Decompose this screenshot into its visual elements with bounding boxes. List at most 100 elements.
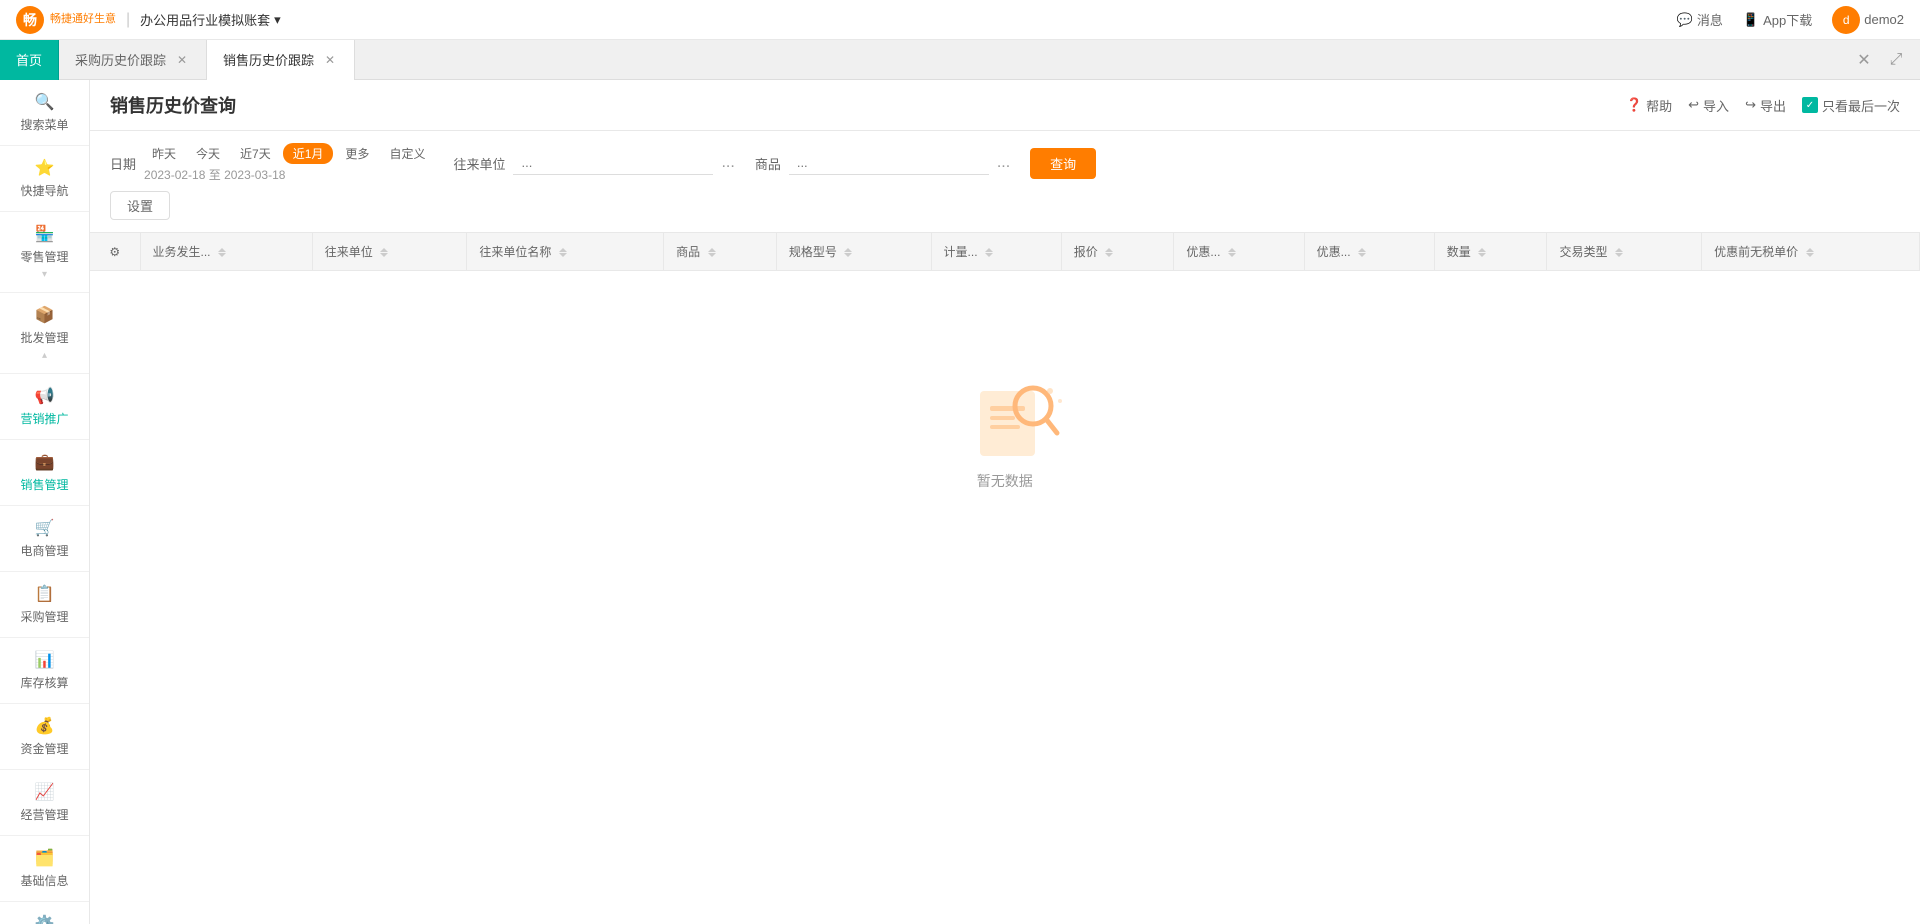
- wholesale-icon: 📦: [35, 305, 55, 325]
- partner-filter-input[interactable]: [513, 151, 713, 175]
- only-last-label: 只看最后一次: [1822, 96, 1900, 115]
- sidebar-item-ecommerce[interactable]: 🛒 电商管理: [0, 506, 89, 572]
- date-option-1month[interactable]: 近1月: [283, 143, 334, 164]
- export-label: 导出: [1760, 96, 1786, 115]
- help-button[interactable]: ❓ 帮助: [1626, 96, 1672, 115]
- tab-bar: 首页 采购历史价跟踪 ✕ 销售历史价跟踪 ✕ ✕ ⤢: [0, 40, 1920, 80]
- table-col-quantity[interactable]: 数量: [1434, 233, 1547, 271]
- sidebar-item-basics[interactable]: 🗂️ 基础信息: [0, 836, 89, 902]
- table-col-biz-date[interactable]: 业务发生...: [140, 233, 312, 271]
- sort-quantity-icon: [1478, 248, 1486, 257]
- only-last-checkbox[interactable]: ✓: [1802, 97, 1818, 113]
- sidebar-item-business[interactable]: 📈 经营管理: [0, 770, 89, 836]
- table-col-discount1[interactable]: 优惠...: [1174, 233, 1304, 271]
- sidebar-item-finance[interactable]: 💰 资金管理: [0, 704, 89, 770]
- import-button[interactable]: ↩ 导入: [1688, 96, 1729, 115]
- table-col-discount2[interactable]: 优惠...: [1304, 233, 1434, 271]
- tab-home-label: 首页: [16, 50, 42, 69]
- table-col-pretax-price[interactable]: 优惠前无税单价: [1702, 233, 1920, 271]
- table-col-unit[interactable]: 计量...: [931, 233, 1061, 271]
- sidebar-item-basics-label: 基础信息: [20, 872, 68, 889]
- sort-partner-code-icon: [380, 248, 388, 257]
- tab-purchase-history-label: 采购历史价跟踪: [75, 50, 166, 69]
- tab-purchase-history-close[interactable]: ✕: [174, 52, 190, 68]
- workspace-dropdown-icon[interactable]: ▾: [274, 12, 281, 28]
- business-icon: 📈: [35, 782, 55, 802]
- breadcrumb-divider: |: [126, 11, 130, 29]
- top-bar-right: 💬 消息 📱 App下载 d demo2: [1677, 6, 1904, 34]
- date-filter-options: 昨天 今天 近7天 近1月 更多 自定义: [144, 143, 433, 164]
- table-col-spec[interactable]: 规格型号: [776, 233, 931, 271]
- quick-nav-icon: ⭐: [35, 158, 55, 178]
- export-button[interactable]: ↪ 导出: [1745, 96, 1786, 115]
- sidebar-item-sales[interactable]: 💼 销售管理: [0, 440, 89, 506]
- date-filter-group: 日期 昨天 今天 近7天 近1月 更多 自定义 2023-02-18 至 202…: [110, 143, 433, 183]
- sales-icon: 💼: [35, 452, 55, 472]
- sidebar-item-quick-nav[interactable]: ⭐ 快捷导航: [0, 146, 89, 212]
- settings-button[interactable]: 设置: [110, 191, 170, 220]
- app-download-label: App下载: [1763, 10, 1812, 29]
- empty-svg-illustration: [955, 371, 1065, 481]
- date-option-today[interactable]: 今天: [188, 143, 228, 164]
- col-partner-name-label: 往来单位名称: [479, 245, 551, 259]
- table-col-product[interactable]: 商品: [664, 233, 777, 271]
- basics-icon: 🗂️: [35, 848, 55, 868]
- sidebar-item-system[interactable]: ⚙️ 系统管理: [0, 902, 89, 924]
- content-area: 销售历史价查询 ❓ 帮助 ↩ 导入 ↪ 导出 ✓ 只看最后一次: [90, 80, 1920, 924]
- filter-actions: 查询: [1030, 148, 1096, 179]
- date-option-yesterday[interactable]: 昨天: [144, 143, 184, 164]
- help-label: 帮助: [1646, 96, 1672, 115]
- product-filter-dots[interactable]: ...: [997, 154, 1010, 172]
- sidebar-item-inventory[interactable]: 📊 库存核算: [0, 638, 89, 704]
- table-col-partner-name[interactable]: 往来单位名称: [467, 233, 664, 271]
- sidebar-item-search-label: 搜索菜单: [20, 116, 68, 133]
- sidebar-item-wholesale[interactable]: 📦 批发管理 ▴: [0, 293, 89, 374]
- page-header-actions: ❓ 帮助 ↩ 导入 ↪ 导出 ✓ 只看最后一次: [1626, 96, 1900, 115]
- sidebar-item-quick-nav-label: 快捷导航: [20, 182, 68, 199]
- table-col-quoted-price[interactable]: 报价: [1061, 233, 1174, 271]
- col-pretax-price-label: 优惠前无税单价: [1714, 245, 1798, 259]
- table-col-partner-code[interactable]: 往来单位: [312, 233, 467, 271]
- tab-close-all-button[interactable]: ✕: [1852, 48, 1876, 72]
- app-download-button[interactable]: 📱 App下载: [1743, 10, 1812, 29]
- only-last-checkbox-area[interactable]: ✓ 只看最后一次: [1802, 96, 1900, 115]
- retail-arrow-icon: ▾: [42, 269, 47, 280]
- col-biz-date-label: 业务发生...: [153, 245, 211, 259]
- sidebar-item-marketing[interactable]: 📢 营销推广: [0, 374, 89, 440]
- sidebar-item-marketing-label: 营销推广: [20, 410, 68, 427]
- col-product-label: 商品: [676, 245, 700, 259]
- user-info[interactable]: d demo2: [1832, 6, 1904, 34]
- table-col-trade-type[interactable]: 交易类型: [1547, 233, 1702, 271]
- system-icon: ⚙️: [35, 914, 55, 924]
- filter-row: 日期 昨天 今天 近7天 近1月 更多 自定义 2023-02-18 至 202…: [110, 143, 1900, 183]
- workspace-selector[interactable]: 办公用品行业模拟账套 ▾: [140, 10, 281, 29]
- page-header: 销售历史价查询 ❓ 帮助 ↩ 导入 ↪ 导出 ✓ 只看最后一次: [90, 80, 1920, 131]
- date-option-more[interactable]: 更多: [337, 143, 377, 164]
- date-option-custom[interactable]: 自定义: [381, 143, 433, 164]
- date-option-7days[interactable]: 近7天: [232, 143, 279, 164]
- sidebar-item-retail[interactable]: 🏪 零售管理 ▾: [0, 212, 89, 293]
- tab-expand-button[interactable]: ⤢: [1884, 48, 1908, 72]
- tab-home[interactable]: 首页: [0, 40, 59, 80]
- product-filter-field: 商品 ...: [755, 151, 1010, 175]
- top-bar: 畅 畅捷通好生意 | 办公用品行业模拟账套 ▾ 💬 消息 📱 App下载 d d…: [0, 0, 1920, 40]
- partner-filter-dots[interactable]: ...: [721, 154, 734, 172]
- tab-purchase-history[interactable]: 采购历史价跟踪 ✕: [59, 40, 207, 80]
- filter-bar: 日期 昨天 今天 近7天 近1月 更多 自定义 2023-02-18 至 202…: [90, 131, 1920, 233]
- export-icon: ↪: [1745, 97, 1756, 113]
- sidebar-item-purchase-label: 采购管理: [20, 608, 68, 625]
- sort-discount1-icon: [1228, 248, 1236, 257]
- sidebar-item-sales-label: 销售管理: [20, 476, 68, 493]
- sort-unit-icon: [985, 248, 993, 257]
- inventory-icon: 📊: [35, 650, 55, 670]
- sidebar-item-search[interactable]: 🔍 搜索菜单: [0, 80, 89, 146]
- tab-sales-history-close[interactable]: ✕: [322, 52, 338, 68]
- table-settings-gear-icon[interactable]: ⚙: [109, 245, 120, 259]
- message-button[interactable]: 💬 消息: [1677, 10, 1723, 29]
- query-button[interactable]: 查询: [1030, 148, 1096, 179]
- table-col-settings[interactable]: ⚙: [90, 233, 140, 271]
- product-filter-input[interactable]: [789, 151, 989, 175]
- sidebar-item-purchase[interactable]: 📋 采购管理: [0, 572, 89, 638]
- tab-sales-history[interactable]: 销售历史价跟踪 ✕: [207, 40, 355, 80]
- marketing-icon: 📢: [35, 386, 55, 406]
